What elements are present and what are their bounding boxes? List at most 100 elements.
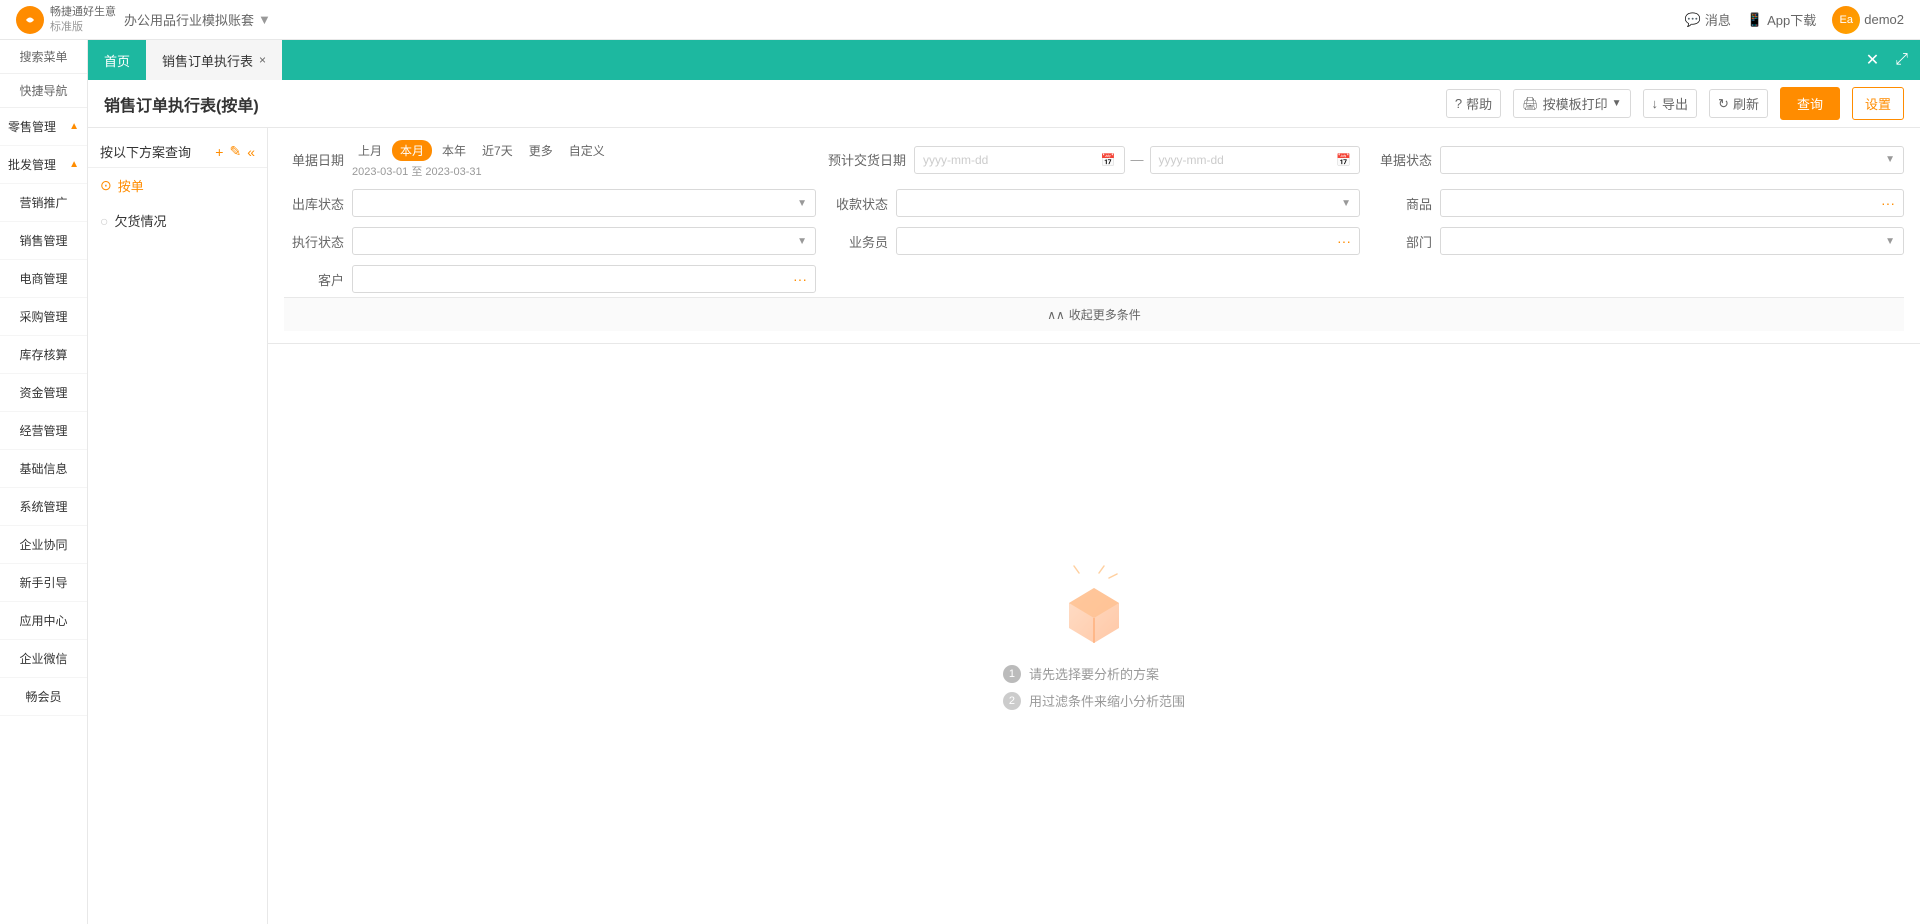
settings-btn[interactable]: 设置: [1852, 87, 1904, 120]
salesman-select[interactable]: ···: [896, 227, 1360, 255]
sidebar-item-marketing[interactable]: 营销推广: [0, 184, 87, 222]
payment-select[interactable]: ▼: [896, 189, 1360, 217]
sidebar-item-wechat[interactable]: 企业微信: [0, 640, 87, 678]
sidebar-quick-nav[interactable]: 快捷导航: [0, 74, 87, 108]
scheme-item-by-order[interactable]: ⊙ 按单: [88, 168, 267, 203]
date-last-month-btn[interactable]: 上月: [352, 140, 388, 161]
top-header: 畅捷通好生意 标准版 办公用品行业模拟账套 ▼ 💬 消息 📱 App下载 Ea …: [0, 0, 1920, 40]
tab-sales-order[interactable]: 销售订单执行表 ×: [146, 40, 282, 80]
scheme-edit-icon[interactable]: ✎: [229, 143, 241, 160]
date-label: 单据日期: [284, 150, 344, 169]
filter-salesman-item: 业务员 ···: [828, 227, 1360, 255]
salesman-label: 业务员: [828, 232, 888, 251]
customer-label: 客户: [284, 270, 344, 289]
wholesale-arrow-icon: ▲: [69, 159, 79, 170]
sidebar-item-app-center[interactable]: 应用中心: [0, 602, 87, 640]
main-content: 按以下方案查询 + ✎ « ⊙ 按单 ○ 欠货情况: [88, 128, 1920, 924]
page-title: 销售订单执行表(按单): [104, 92, 259, 116]
date-custom-btn[interactable]: 自定义: [563, 140, 611, 161]
sidebar-item-basic-info[interactable]: 基础信息: [0, 450, 87, 488]
filter-dept-item: 部门 ▼: [1372, 227, 1904, 255]
tab-restore-icon[interactable]: ✕: [1862, 46, 1883, 74]
product-select[interactable]: ···: [1440, 189, 1904, 217]
delivery-end-date[interactable]: yyyy-mm-dd 📅: [1150, 146, 1361, 174]
help-btn[interactable]: ? 帮助: [1446, 89, 1501, 118]
delivery-start-date[interactable]: yyyy-mm-dd 📅: [914, 146, 1125, 174]
sidebar-item-retail[interactable]: 零售管理 ▲: [0, 108, 87, 146]
user-area[interactable]: Ea demo2: [1832, 6, 1904, 34]
refresh-btn[interactable]: ↻ 刷新: [1709, 89, 1768, 118]
filter-warehouse-item: 出库状态 ▼: [284, 189, 816, 217]
scheme-header: 按以下方案查询 + ✎ «: [88, 136, 267, 168]
header-left: 畅捷通好生意 标准版 办公用品行业模拟账套 ▼: [16, 5, 271, 34]
tab-maximize-icon[interactable]: ⤢: [1891, 47, 1912, 73]
sidebar-item-finance[interactable]: 资金管理: [0, 374, 87, 412]
phone-icon: 📱: [1747, 12, 1763, 28]
collapse-up-icon: ∧∧: [1047, 308, 1065, 322]
header-arrow-icon[interactable]: ▼: [258, 12, 271, 27]
salesman-more-icon: ···: [1337, 233, 1351, 249]
delivery-label: 预计交货日期: [828, 150, 906, 169]
retail-arrow-icon: ▲: [69, 121, 79, 132]
date-this-month-btn[interactable]: 本月: [392, 140, 432, 161]
customer-select[interactable]: ···: [352, 265, 816, 293]
logo-area: 畅捷通好生意 标准版: [16, 5, 116, 34]
header-title: 办公用品行业模拟账套 ▼: [124, 10, 271, 29]
content-area: 首页 销售订单执行表 × ✕ ⤢ 销售订单执行表(按单) ? 帮助 🖨 按模板打…: [88, 40, 1920, 924]
print-icon: 🖨: [1522, 96, 1539, 112]
sidebar-item-ecommerce[interactable]: 电商管理: [0, 260, 87, 298]
tab-close-icon[interactable]: ×: [259, 53, 266, 67]
search-btn[interactable]: 查询: [1780, 87, 1840, 120]
dept-arrow-icon: ▼: [1885, 236, 1895, 247]
export-btn[interactable]: ↓ 导出: [1643, 89, 1698, 118]
status-select[interactable]: ▼: [1440, 146, 1904, 174]
logo-text: 畅捷通好生意 标准版: [50, 5, 116, 34]
payment-arrow-icon: ▼: [1341, 198, 1351, 209]
warehouse-label: 出库状态: [284, 194, 344, 213]
collapse-btn[interactable]: ∧∧ 收起更多条件: [284, 297, 1904, 331]
empty-step-2: 2 用过滤条件来缩小分析范围: [1003, 691, 1185, 710]
warehouse-select[interactable]: ▼: [352, 189, 816, 217]
sidebar: 搜索菜单 快捷导航 零售管理 ▲ 批发管理 ▲ 营销推广 销售管理 电商管理 采…: [0, 40, 88, 924]
sidebar-item-system[interactable]: 系统管理: [0, 488, 87, 526]
sidebar-item-newbie[interactable]: 新手引导: [0, 564, 87, 602]
sidebar-item-operations[interactable]: 经营管理: [0, 412, 87, 450]
template-print-btn[interactable]: 🖨 按模板打印 ▼: [1513, 89, 1630, 118]
exec-label: 执行状态: [284, 232, 344, 251]
tab-bar: 首页 销售订单执行表 × ✕ ⤢: [88, 40, 1920, 80]
product-more-icon: ···: [1881, 195, 1895, 211]
date-last7-btn[interactable]: 近7天: [476, 140, 519, 161]
customer-more-icon: ···: [793, 271, 807, 287]
sidebar-item-wholesale[interactable]: 批发管理 ▲: [0, 146, 87, 184]
tab-home[interactable]: 首页: [88, 40, 146, 80]
exec-select[interactable]: ▼: [352, 227, 816, 255]
scheme-inactive-icon: ○: [100, 213, 108, 229]
help-icon: ?: [1455, 96, 1462, 111]
scheme-collapse-icon[interactable]: «: [247, 144, 255, 160]
main-layout: 搜索菜单 快捷导航 零售管理 ▲ 批发管理 ▲ 营销推广 销售管理 电商管理 采…: [0, 40, 1920, 924]
scheme-active-icon: ⊙: [100, 177, 112, 194]
tab-bar-right: ✕ ⤢: [1862, 46, 1920, 74]
dept-select[interactable]: ▼: [1440, 227, 1904, 255]
warehouse-arrow-icon: ▼: [797, 198, 807, 209]
sidebar-item-enterprise[interactable]: 企业协同: [0, 526, 87, 564]
date-more-btn[interactable]: 更多: [523, 140, 559, 161]
sidebar-search[interactable]: 搜索菜单: [0, 40, 87, 74]
filter-status-item: 单据状态 ▼: [1372, 140, 1904, 179]
calendar-end-icon: 📅: [1336, 153, 1351, 167]
status-label: 单据状态: [1372, 150, 1432, 169]
print-arrow-icon: ▼: [1612, 98, 1622, 109]
message-btn[interactable]: 💬 消息: [1685, 10, 1731, 29]
sidebar-item-purchase[interactable]: 采购管理: [0, 298, 87, 336]
sidebar-item-sales[interactable]: 销售管理: [0, 222, 87, 260]
header-right: 💬 消息 📱 App下载 Ea demo2: [1685, 6, 1904, 34]
scheme-item-shortage[interactable]: ○ 欠货情况: [88, 203, 267, 238]
empty-state: 1 请先选择要分析的方案 2 用过滤条件来缩小分析范围: [268, 344, 1920, 924]
filter-date-item: 单据日期 上月 本月 本年 近7天 更多 自定义 20: [284, 140, 816, 179]
app-download-btn[interactable]: 📱 App下载: [1747, 10, 1816, 29]
sidebar-item-vip[interactable]: 畅会员: [0, 678, 87, 716]
date-this-year-btn[interactable]: 本年: [436, 140, 472, 161]
message-icon: 💬: [1685, 12, 1701, 28]
scheme-add-icon[interactable]: +: [215, 144, 223, 160]
sidebar-item-inventory[interactable]: 库存核算: [0, 336, 87, 374]
